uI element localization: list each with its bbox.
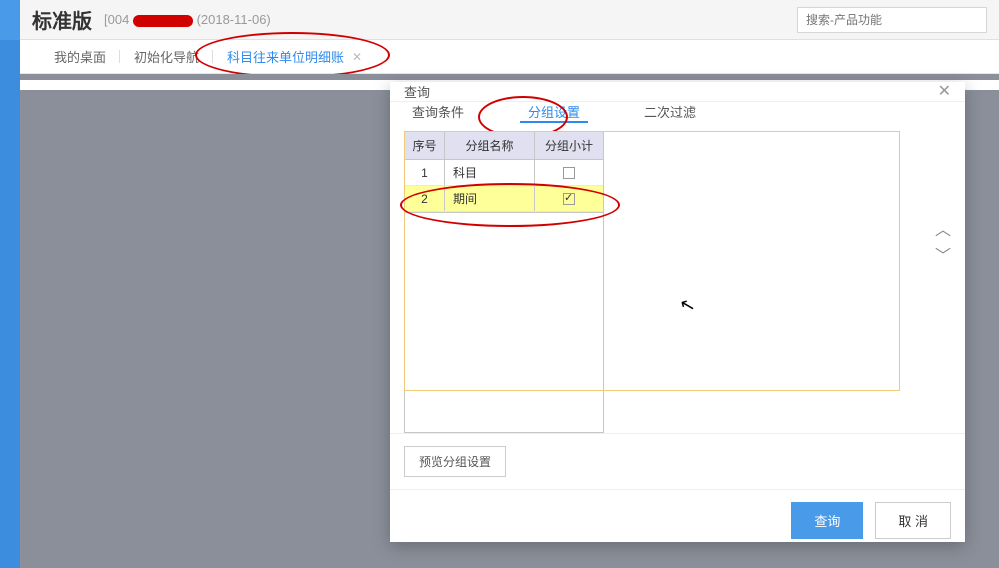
table-row[interactable]: 1 科目: [405, 160, 603, 186]
table-row[interactable]: 2 期间: [405, 186, 603, 212]
chevron-down-icon[interactable]: ﹀: [935, 249, 951, 265]
grid-header: 序号 分组名称 分组小计: [405, 132, 603, 160]
tab-detail-ledger[interactable]: 科目往来单位明细账 ✕: [213, 40, 376, 73]
cell-name: 期间: [445, 186, 535, 211]
cancel-button[interactable]: 取 消: [875, 502, 951, 539]
version-info: [004 (2018-11-06): [104, 12, 271, 27]
chevron-up-icon[interactable]: ︿: [935, 223, 951, 239]
dialog-tab-conditions-label: 查询条件: [412, 102, 464, 121]
close-icon[interactable]: ✕: [938, 84, 951, 100]
header-bar: 标准版 [004 (2018-11-06): [20, 0, 999, 40]
col-name: 分组名称: [445, 132, 535, 159]
cell-seq: 2: [405, 186, 445, 211]
col-subtotal: 分组小计: [535, 132, 603, 159]
tab-init-nav-label: 初始化导航: [134, 47, 199, 66]
cell-seq: 1: [405, 160, 445, 185]
tab-detail-ledger-label: 科目往来单位明细账: [227, 47, 344, 66]
cursor-icon: ↖: [678, 293, 698, 317]
version-date: (2018-11-06): [197, 12, 271, 27]
version-prefix: [004: [104, 12, 129, 27]
redacted-marker: [133, 15, 193, 27]
dialog-body: 序号 分组名称 分组小计 1 科目 2 期间 ↖ ︿: [390, 123, 965, 433]
dialog-tab-group-label: 分组设置: [528, 102, 580, 121]
close-icon[interactable]: ✕: [352, 50, 362, 64]
checkbox-icon[interactable]: [563, 167, 575, 179]
search-input[interactable]: [806, 13, 978, 27]
dialog-footer-actions: 查询 取 消: [390, 489, 965, 551]
cell-name: 科目: [445, 160, 535, 185]
dialog-tab-conditions[interactable]: 查询条件: [404, 102, 472, 123]
dialog-tabs: 查询条件 分组设置 二次过滤: [390, 102, 965, 123]
checkbox-icon[interactable]: [563, 193, 575, 205]
left-nav-strip: [0, 0, 20, 568]
dialog-footer-preview: 预览分组设置: [390, 433, 965, 489]
cell-subtotal: [535, 186, 603, 211]
tab-desktop-label: 我的桌面: [54, 47, 106, 66]
grid-empty-area: [404, 213, 604, 433]
cell-subtotal: [535, 160, 603, 185]
col-seq: 序号: [405, 132, 445, 159]
query-button[interactable]: 查询: [791, 502, 863, 539]
app-logo[interactable]: [0, 0, 20, 40]
tab-desktop[interactable]: 我的桌面: [40, 40, 120, 73]
app-title: 标准版: [32, 5, 92, 34]
preview-group-button[interactable]: 预览分组设置: [404, 446, 506, 477]
dialog-tab-filter[interactable]: 二次过滤: [636, 102, 704, 123]
scroll-arrows: ︿ ﹀: [935, 223, 951, 265]
dialog-header: 查询 ✕: [390, 82, 965, 102]
main-tabs-bar: 我的桌面 初始化导航 科目往来单位明细账 ✕: [20, 40, 999, 74]
search-box[interactable]: [797, 7, 987, 33]
dialog-title: 查询: [404, 82, 430, 101]
dialog-tab-filter-label: 二次过滤: [644, 102, 696, 121]
group-grid: 序号 分组名称 分组小计 1 科目 2 期间: [404, 131, 604, 213]
dialog-tab-group[interactable]: 分组设置: [520, 102, 588, 123]
tab-init-nav[interactable]: 初始化导航: [120, 40, 213, 73]
query-dialog: 查询 ✕ 查询条件 分组设置 二次过滤 序号 分组名称 分组小计 1 科目: [390, 82, 965, 542]
